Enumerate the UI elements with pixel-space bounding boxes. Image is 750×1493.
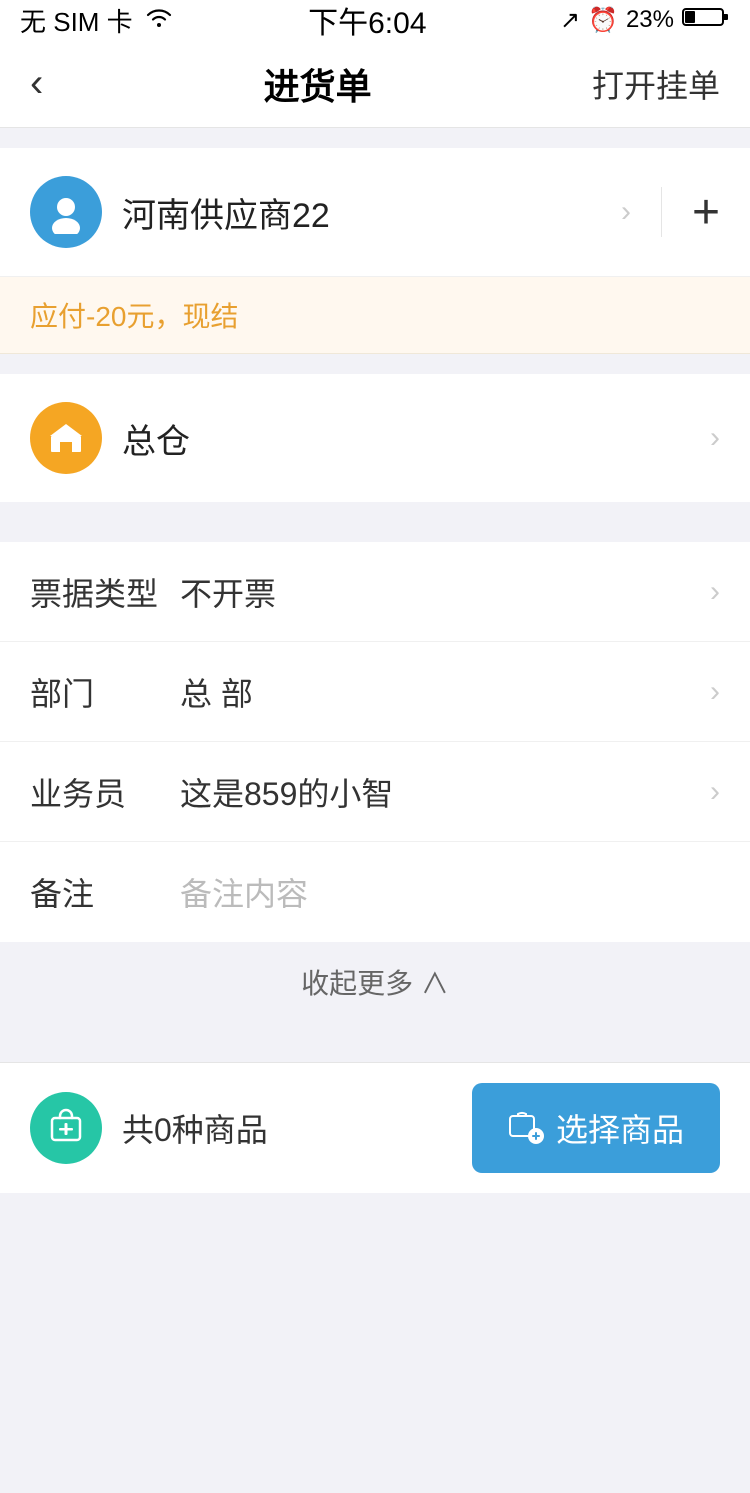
form-row-department[interactable]: 部门 总 部 › xyxy=(0,642,750,742)
status-bar: 无 SIM 卡 下午6:04 ↗ ⏰ 23% xyxy=(0,0,750,40)
add-supplier-button[interactable]: + xyxy=(692,185,720,240)
battery-percent: 23% xyxy=(626,6,674,34)
page-title: 进货单 xyxy=(264,58,372,110)
salesperson-label: 业务员 xyxy=(30,769,170,815)
supplier-avatar xyxy=(30,176,102,248)
wifi-icon xyxy=(143,5,175,36)
department-label: 部门 xyxy=(30,669,170,715)
product-count-wrap: 共0种商品 xyxy=(30,1092,268,1164)
warehouse-section: 总仓 › xyxy=(0,374,750,502)
product-icon xyxy=(30,1092,102,1164)
department-value: 总 部 xyxy=(170,669,710,715)
notice-banner: 应付-20元，现结 xyxy=(0,277,750,354)
battery-icon xyxy=(682,5,730,36)
bottom-bar: 共0种商品 选择商品 xyxy=(0,1062,750,1193)
remark-input[interactable]: 备注内容 xyxy=(170,869,720,915)
section-gap-1 xyxy=(0,128,750,148)
collapse-button[interactable]: 收起更多 ∧ xyxy=(0,942,750,1022)
section-gap-3 xyxy=(0,502,750,522)
ticket-type-value: 不开票 xyxy=(170,569,710,615)
location-icon: ↗ xyxy=(560,6,580,35)
remark-label: 备注 xyxy=(30,869,170,915)
nav-bar: ‹ 进货单 打开挂单 xyxy=(0,40,750,128)
form-row-remark[interactable]: 备注 备注内容 xyxy=(0,842,750,942)
status-right: ↗ ⏰ 23% xyxy=(560,5,730,36)
supplier-row-right: › + xyxy=(621,185,720,240)
supplier-section: 河南供应商22 › + 应付-20元，现结 xyxy=(0,148,750,354)
warehouse-icon xyxy=(30,402,102,474)
ticket-type-label: 票据类型 xyxy=(30,569,170,615)
department-chevron: › xyxy=(710,675,720,709)
supplier-row[interactable]: 河南供应商22 › + xyxy=(0,148,750,277)
salesperson-value: 这是859的小智 xyxy=(170,769,710,815)
open-pending-button[interactable]: 打开挂单 xyxy=(592,61,720,107)
status-time: 下午6:04 xyxy=(308,0,426,42)
salesperson-chevron: › xyxy=(710,775,720,809)
select-product-button[interactable]: 选择商品 xyxy=(472,1083,720,1173)
section-gap-2 xyxy=(0,354,750,374)
supplier-chevron-icon: › xyxy=(621,195,631,229)
select-btn-label: 选择商品 xyxy=(556,1105,684,1151)
form-row-salesperson[interactable]: 业务员 这是859的小智 › xyxy=(0,742,750,842)
notice-text: 应付-20元，现结 xyxy=(30,301,238,332)
sim-label: 无 SIM 卡 xyxy=(20,2,133,39)
section-gap-4 xyxy=(0,1022,750,1042)
warehouse-chevron-icon: › xyxy=(710,421,720,455)
back-button[interactable]: ‹ xyxy=(30,61,43,106)
form-section: 票据类型 不开票 › 部门 总 部 › 业务员 这是859的小智 › 备注 备注… xyxy=(0,542,750,942)
vertical-divider xyxy=(661,187,662,237)
warehouse-name: 总仓 xyxy=(122,414,710,463)
product-count-text: 共0种商品 xyxy=(122,1105,268,1151)
page-footer xyxy=(0,1193,750,1493)
collapse-label: 收起更多 ∧ xyxy=(301,962,449,1002)
warehouse-row[interactable]: 总仓 › xyxy=(0,374,750,502)
form-row-ticket-type[interactable]: 票据类型 不开票 › xyxy=(0,542,750,642)
status-left: 无 SIM 卡 xyxy=(20,2,175,39)
select-product-icon xyxy=(508,1110,544,1146)
supplier-name: 河南供应商22 xyxy=(122,188,621,237)
alarm-icon: ⏰ xyxy=(588,6,618,35)
ticket-type-chevron: › xyxy=(710,575,720,609)
